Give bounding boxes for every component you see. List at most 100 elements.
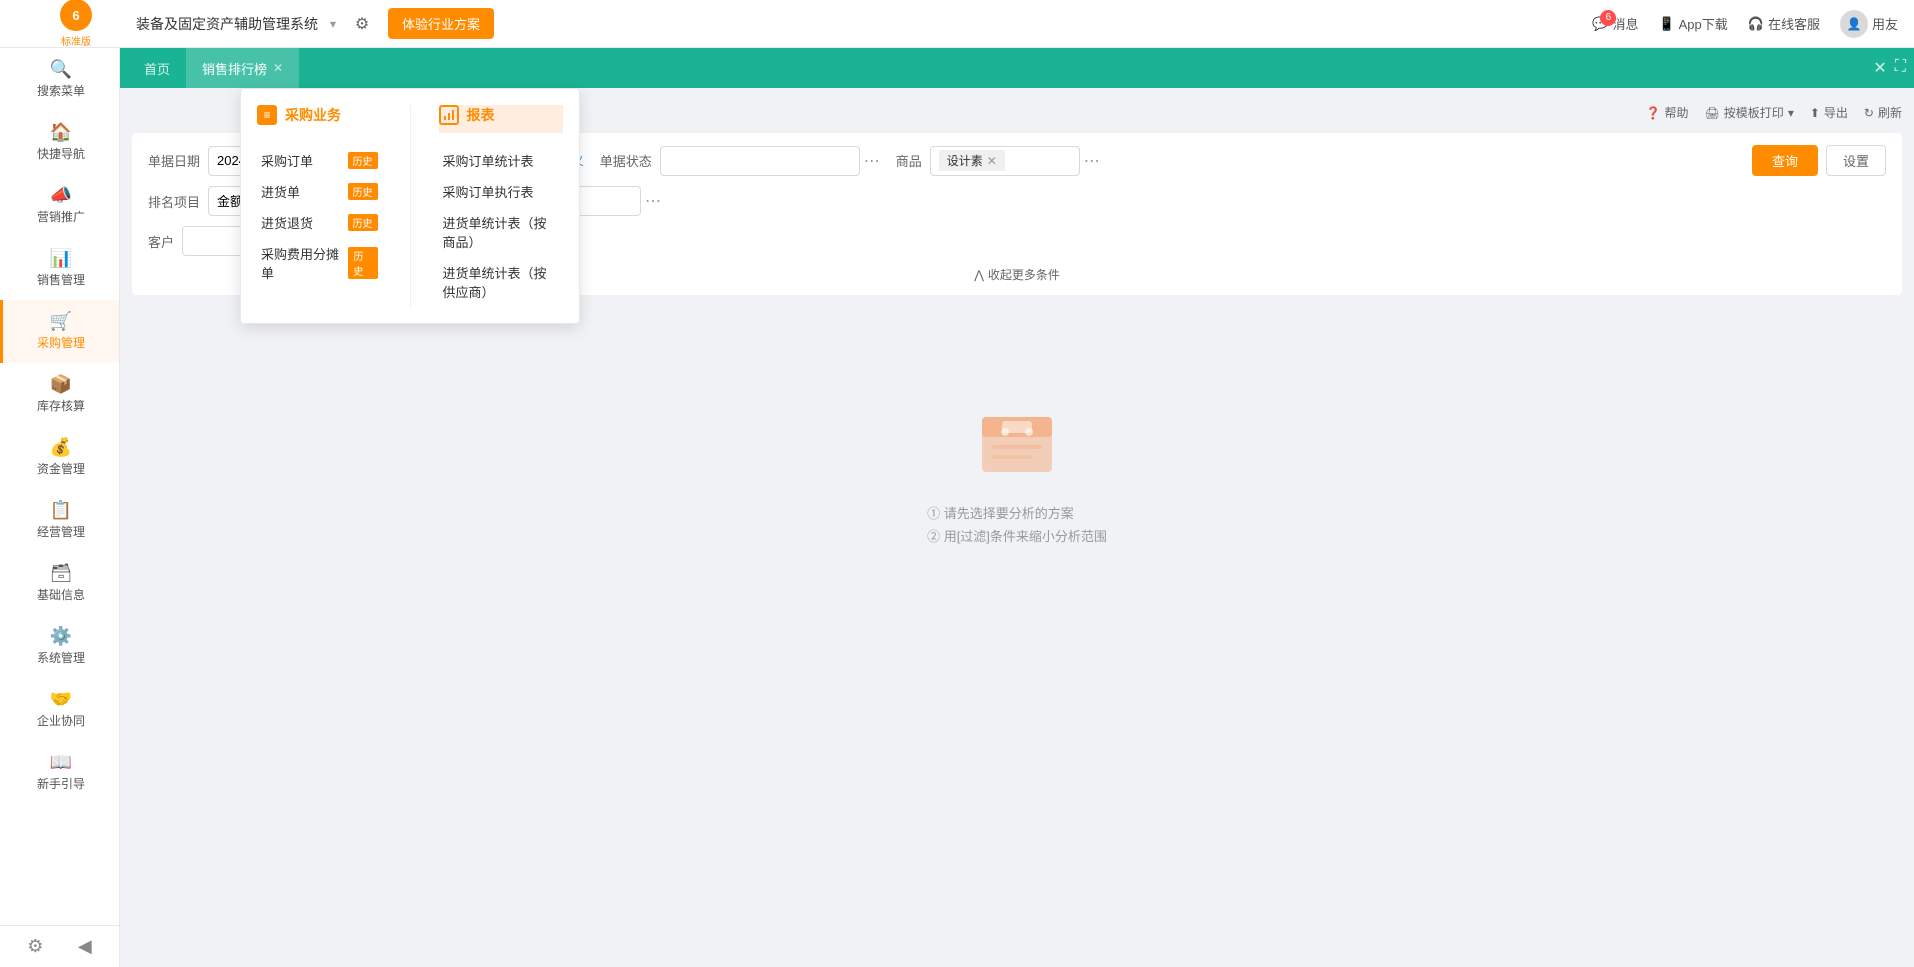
sidebar-item-basic[interactable]: 🗃 基础信息 bbox=[0, 552, 119, 615]
database-icon: 🗃 bbox=[50, 564, 73, 582]
logo-area: 6 标准版 bbox=[16, 0, 136, 48]
system-arrow-icon[interactable]: ▾ bbox=[330, 17, 336, 31]
column-divider bbox=[410, 105, 411, 307]
export-button[interactable]: ⬆ 导出 bbox=[1810, 104, 1848, 121]
status-select[interactable] bbox=[660, 146, 860, 176]
sidebar-item-purchase[interactable]: 🛒 采购管理 bbox=[0, 300, 119, 363]
sidebar-item-operations[interactable]: 📋 经营管理 bbox=[0, 489, 119, 552]
app-download-item[interactable]: 📱 App下载 bbox=[1658, 14, 1727, 33]
status-filter: 单据状态 ⋯ bbox=[600, 146, 880, 176]
report-header: 报表 bbox=[439, 105, 564, 133]
tab-sales-rank[interactable]: 销售排行榜 ✕ bbox=[186, 48, 299, 88]
print-label: 按模板打印 bbox=[1724, 104, 1784, 121]
purchase-header: ≡ 采购业务 bbox=[257, 105, 382, 133]
collapse-up-icon: ⋀ bbox=[974, 268, 984, 282]
user-avatar: 👤 bbox=[1840, 10, 1868, 38]
clipboard-icon: 📋 bbox=[50, 501, 72, 519]
content-area: 首页 销售排行榜 ✕ ✕ ⛶ ❓ 帮助 🖨 按模板打印 bbox=[120, 48, 1914, 967]
sidebar-item-inventory[interactable]: 📦 库存核算 bbox=[0, 363, 119, 426]
action-buttons: 查询 设置 bbox=[1752, 145, 1886, 176]
report-header-icon bbox=[439, 105, 459, 125]
main-layout: 🔍 搜索菜单 🏠 快捷导航 📣 营销推广 📊 销售管理 🛒 采购管理 📦 库存核… bbox=[0, 48, 1914, 967]
dropdown-item-inbound-supplier-stats[interactable]: 进货单统计表（按供应商） bbox=[439, 257, 564, 307]
goods-filter: 商品 设计素 ✕ ⋯ bbox=[896, 146, 1100, 176]
history-tag-1: 历史 bbox=[348, 183, 378, 200]
dropdown-item-expense[interactable]: 采购费用分摊单 历史 bbox=[257, 238, 382, 288]
date-label: 单据日期 bbox=[148, 151, 200, 170]
industry-button[interactable]: 体验行业方案 bbox=[388, 8, 494, 39]
sidebar-settings-icon[interactable]: ⚙ bbox=[27, 936, 43, 957]
dropdown-item-order-stats[interactable]: 采购订单统计表 bbox=[439, 145, 564, 176]
empty-tip-2: 用[过滤]条件来缩小分析范围 bbox=[927, 525, 1107, 548]
goods-label: 商品 bbox=[896, 151, 922, 170]
refresh-button[interactable]: ↻ 刷新 bbox=[1864, 104, 1902, 121]
settings-icon[interactable]: ⚙ bbox=[348, 10, 376, 38]
topbar-right: 💬 6 消息 📱 App下载 🎧 在线客服 👤 用友 bbox=[1592, 10, 1898, 38]
tab-home[interactable]: 首页 bbox=[128, 48, 186, 88]
dropdown-item-order-exec[interactable]: 采购订单执行表 bbox=[439, 176, 564, 207]
top-bar: 6 标准版 装备及固定资产辅助管理系统 ▾ ⚙ 体验行业方案 💬 6 消息 📱 … bbox=[0, 0, 1914, 48]
empty-state: 请先选择要分析的方案 用[过滤]条件来缩小分析范围 bbox=[132, 307, 1902, 629]
collapse-button[interactable]: ⋀ 收起更多条件 bbox=[974, 266, 1060, 283]
tab-maximize-icon[interactable]: ⛶ bbox=[1895, 58, 1906, 78]
customer-label: 客户 bbox=[148, 232, 174, 251]
phone-icon: 📱 bbox=[1658, 16, 1674, 32]
sidebar-collapse-icon[interactable]: ◀ bbox=[78, 936, 92, 957]
sidebar-item-capital[interactable]: 💰 资金管理 bbox=[0, 426, 119, 489]
status-more-icon[interactable]: ⋯ bbox=[864, 151, 880, 171]
system-title: 装备及固定资产辅助管理系统 bbox=[136, 14, 318, 34]
settings-button[interactable]: 设置 bbox=[1826, 145, 1886, 176]
sidebar-item-quick[interactable]: 🏠 快捷导航 bbox=[0, 111, 119, 174]
dropdown-item-purchase-order[interactable]: 采购订单 历史 bbox=[257, 145, 382, 176]
query-button[interactable]: 查询 bbox=[1752, 145, 1818, 176]
help-icon: ❓ bbox=[1646, 106, 1661, 120]
empty-illustration bbox=[957, 387, 1077, 490]
megaphone-icon: 📣 bbox=[50, 186, 72, 204]
refresh-label: 刷新 bbox=[1878, 104, 1902, 121]
online-service-label: 在线客服 bbox=[1768, 14, 1820, 33]
user-label: 用友 bbox=[1872, 14, 1898, 33]
salesperson-more-icon[interactable]: ⋯ bbox=[645, 191, 661, 211]
dropdown-menu: ≡ 采购业务 采购订单 历史 进货单 历史 进货退货 bbox=[240, 88, 580, 324]
refresh-icon: ↻ bbox=[1864, 106, 1874, 120]
sidebar-item-marketing[interactable]: 📣 营销推广 bbox=[0, 174, 119, 237]
goods-tag-close[interactable]: ✕ bbox=[987, 154, 997, 168]
history-tag-0: 历史 bbox=[348, 152, 378, 169]
sidebar-bottom: ⚙ ◀ bbox=[0, 925, 119, 967]
dropdown-columns: ≡ 采购业务 采购订单 历史 进货单 历史 进货退货 bbox=[257, 105, 563, 307]
sidebar-item-search-label: 搜索菜单 bbox=[37, 82, 85, 99]
goods-more-icon[interactable]: ⋯ bbox=[1084, 151, 1100, 171]
sidebar-item-cooperation[interactable]: 🤝 企业协同 bbox=[0, 678, 119, 741]
user-item[interactable]: 👤 用友 bbox=[1840, 10, 1898, 38]
sidebar-item-newbie[interactable]: 📖 新手引导 bbox=[0, 741, 119, 804]
tab-close-icon[interactable]: ✕ bbox=[273, 61, 283, 75]
chart-icon: 📊 bbox=[50, 249, 72, 267]
search-icon: 🔍 bbox=[50, 60, 72, 78]
print-button[interactable]: 🖨 按模板打印 ▾ bbox=[1705, 104, 1794, 121]
dropdown-item-return[interactable]: 进货退货 历史 bbox=[257, 207, 382, 238]
notification-label: 消息 bbox=[1612, 14, 1638, 33]
tab-sales-rank-label: 销售排行榜 bbox=[202, 59, 267, 78]
sidebar-item-system[interactable]: ⚙️ 系统管理 bbox=[0, 615, 119, 678]
sidebar: 🔍 搜索菜单 🏠 快捷导航 📣 营销推广 📊 销售管理 🛒 采购管理 📦 库存核… bbox=[0, 48, 120, 967]
sidebar-item-sales[interactable]: 📊 销售管理 bbox=[0, 237, 119, 300]
export-icon: ⬆ bbox=[1810, 106, 1820, 120]
sidebar-item-search[interactable]: 🔍 搜索菜单 bbox=[0, 48, 119, 111]
tab-close-window-icon[interactable]: ✕ bbox=[1873, 58, 1886, 78]
box-icon: 📦 bbox=[50, 375, 72, 393]
export-label: 导出 bbox=[1824, 104, 1848, 121]
dropdown-item-inbound[interactable]: 进货单 历史 bbox=[257, 176, 382, 207]
help-button[interactable]: ❓ 帮助 bbox=[1646, 104, 1689, 121]
notification-item[interactable]: 💬 6 消息 bbox=[1592, 14, 1638, 33]
history-tag-3: 历史 bbox=[348, 247, 377, 279]
purchase-header-icon: ≡ bbox=[257, 105, 277, 125]
report-header-title: 报表 bbox=[467, 105, 495, 125]
home-icon: 🏠 bbox=[50, 123, 72, 141]
online-service-item[interactable]: 🎧 在线客服 bbox=[1748, 14, 1820, 33]
dropdown-item-inbound-goods-stats[interactable]: 进货单统计表（按商品） bbox=[439, 207, 564, 257]
gear-icon: ⚙️ bbox=[50, 627, 72, 645]
sidebar-item-inventory-label: 库存核算 bbox=[37, 397, 85, 414]
app-download-label: App下载 bbox=[1679, 14, 1728, 33]
goods-tag-text: 设计素 bbox=[947, 152, 983, 169]
purchase-column: ≡ 采购业务 采购订单 历史 进货单 历史 进货退货 bbox=[257, 105, 382, 307]
